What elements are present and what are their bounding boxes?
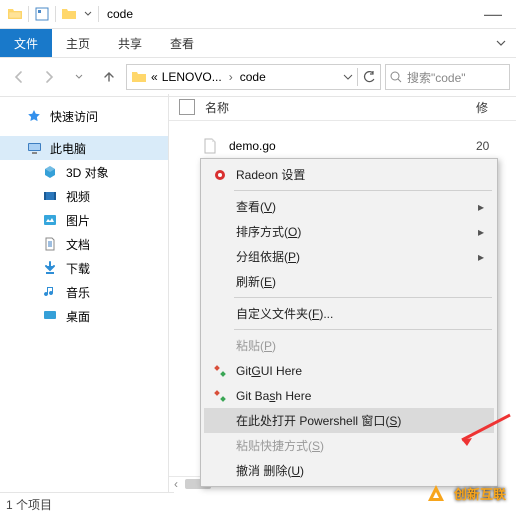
sidebar-3d-objects[interactable]: 3D 对象 <box>0 160 168 184</box>
nav-recent-icon[interactable] <box>66 64 92 90</box>
file-name: demo.go <box>229 139 466 153</box>
mi-undo[interactable]: 撤消 删除(U) <box>204 458 494 483</box>
cube-icon <box>42 164 58 180</box>
tab-file[interactable]: 文件 <box>0 29 52 57</box>
sidebar-item-label: 音乐 <box>66 284 90 301</box>
breadcrumb-prefix: « <box>151 70 158 84</box>
breadcrumb-item[interactable]: code <box>240 70 266 84</box>
folder-icon <box>7 6 23 22</box>
picture-icon <box>42 212 58 228</box>
watermark-logo: 创新互联 <box>424 481 506 505</box>
sidebar-music[interactable]: 音乐 <box>0 280 168 304</box>
chevron-right-icon[interactable]: › <box>226 70 236 84</box>
minimize-button[interactable]: — <box>474 4 512 25</box>
window-title: code <box>107 7 133 21</box>
nav-forward-button[interactable] <box>36 64 62 90</box>
sidebar-item-label: 此电脑 <box>50 140 86 157</box>
status-text: 1 个项目 <box>6 496 52 513</box>
file-date: 20 <box>476 139 516 153</box>
mi-powershell[interactable]: 在此处打开 Powershell 窗口(S) <box>204 408 494 433</box>
column-header: 名称 修 <box>169 94 516 121</box>
mi-paste[interactable]: 粘贴(P) <box>204 333 494 358</box>
nav-up-button[interactable] <box>96 64 122 90</box>
submenu-arrow-icon: ▸ <box>478 200 484 214</box>
submenu-arrow-icon: ▸ <box>478 250 484 264</box>
sidebar-item-label: 快速访问 <box>50 108 98 125</box>
qa-folder-icon[interactable] <box>61 6 77 22</box>
sidebar-this-pc[interactable]: 此电脑 <box>0 136 168 160</box>
mi-radeon[interactable]: Radeon 设置 <box>204 162 494 187</box>
sidebar-item-label: 桌面 <box>66 308 90 325</box>
mi-customize[interactable]: 自定义文件夹(F)... <box>204 301 494 326</box>
search-placeholder: 搜索"code" <box>407 69 466 86</box>
tab-view[interactable]: 查看 <box>156 29 208 57</box>
search-icon <box>390 71 403 84</box>
breadcrumb[interactable]: « LENOVO... › code <box>126 64 381 90</box>
mi-paste-shortcut[interactable]: 粘贴快捷方式(S) <box>204 433 494 458</box>
mi-git-gui[interactable]: Git GUI Here <box>204 358 494 383</box>
sidebar: 快速访问 此电脑 3D 对象 视频 图片 文档 <box>0 94 169 515</box>
column-name[interactable]: 名称 <box>205 99 466 116</box>
chevron-down-icon[interactable] <box>343 72 353 82</box>
logo-text: 创新互联 <box>454 484 506 503</box>
go-file-icon <box>203 138 219 154</box>
star-icon <box>26 108 42 124</box>
ribbon-expand-icon[interactable] <box>486 29 516 57</box>
mi-view[interactable]: 查看(V)▸ <box>204 194 494 219</box>
sidebar-quick-access[interactable]: 快速访问 <box>0 104 168 128</box>
desktop-icon <box>42 308 58 324</box>
mi-group[interactable]: 分组依据(P)▸ <box>204 244 494 269</box>
qa-properties-icon[interactable] <box>34 6 50 22</box>
music-icon <box>42 284 58 300</box>
mi-sort[interactable]: 排序方式(O)▸ <box>204 219 494 244</box>
mi-refresh[interactable]: 刷新(E) <box>204 269 494 294</box>
folder-icon <box>131 69 147 85</box>
qa-dropdown-icon[interactable] <box>83 6 93 22</box>
sidebar-item-label: 图片 <box>66 212 90 229</box>
logo-icon <box>424 481 448 505</box>
sidebar-pictures[interactable]: 图片 <box>0 208 168 232</box>
tab-home[interactable]: 主页 <box>52 29 104 57</box>
search-input[interactable]: 搜索"code" <box>385 64 510 90</box>
address-bar: « LENOVO... › code 搜索"code" <box>0 57 516 97</box>
sidebar-documents[interactable]: 文档 <box>0 232 168 256</box>
context-menu: Radeon 设置 查看(V)▸ 排序方式(O)▸ 分组依据(P)▸ 刷新(E)… <box>200 158 498 487</box>
select-all-checkbox[interactable] <box>179 99 195 115</box>
column-modified[interactable]: 修 <box>476 99 516 116</box>
sidebar-downloads[interactable]: 下载 <box>0 256 168 280</box>
breadcrumb-item[interactable]: LENOVO... <box>162 70 222 84</box>
ribbon-tabs: 文件 主页 共享 查看 <box>0 29 516 57</box>
document-icon <box>42 236 58 252</box>
video-icon <box>42 188 58 204</box>
refresh-icon[interactable] <box>362 70 376 84</box>
mi-git-bash[interactable]: Git Bash Here <box>204 383 494 408</box>
sidebar-item-label: 文档 <box>66 236 90 253</box>
titlebar: code — <box>0 0 516 29</box>
tab-share[interactable]: 共享 <box>104 29 156 57</box>
git-icon <box>212 363 228 379</box>
git-icon <box>212 388 228 404</box>
sidebar-videos[interactable]: 视频 <box>0 184 168 208</box>
file-row[interactable]: demo.go 20 <box>169 133 516 159</box>
sidebar-item-label: 视频 <box>66 188 90 205</box>
nav-back-button[interactable] <box>6 64 32 90</box>
sidebar-desktop[interactable]: 桌面 <box>0 304 168 328</box>
sidebar-item-label: 3D 对象 <box>66 164 109 181</box>
download-icon <box>42 260 58 276</box>
submenu-arrow-icon: ▸ <box>478 225 484 239</box>
radeon-icon <box>212 167 228 183</box>
sidebar-item-label: 下载 <box>66 260 90 277</box>
status-bar: 1 个项目 <box>0 492 174 515</box>
pc-icon <box>26 140 42 156</box>
